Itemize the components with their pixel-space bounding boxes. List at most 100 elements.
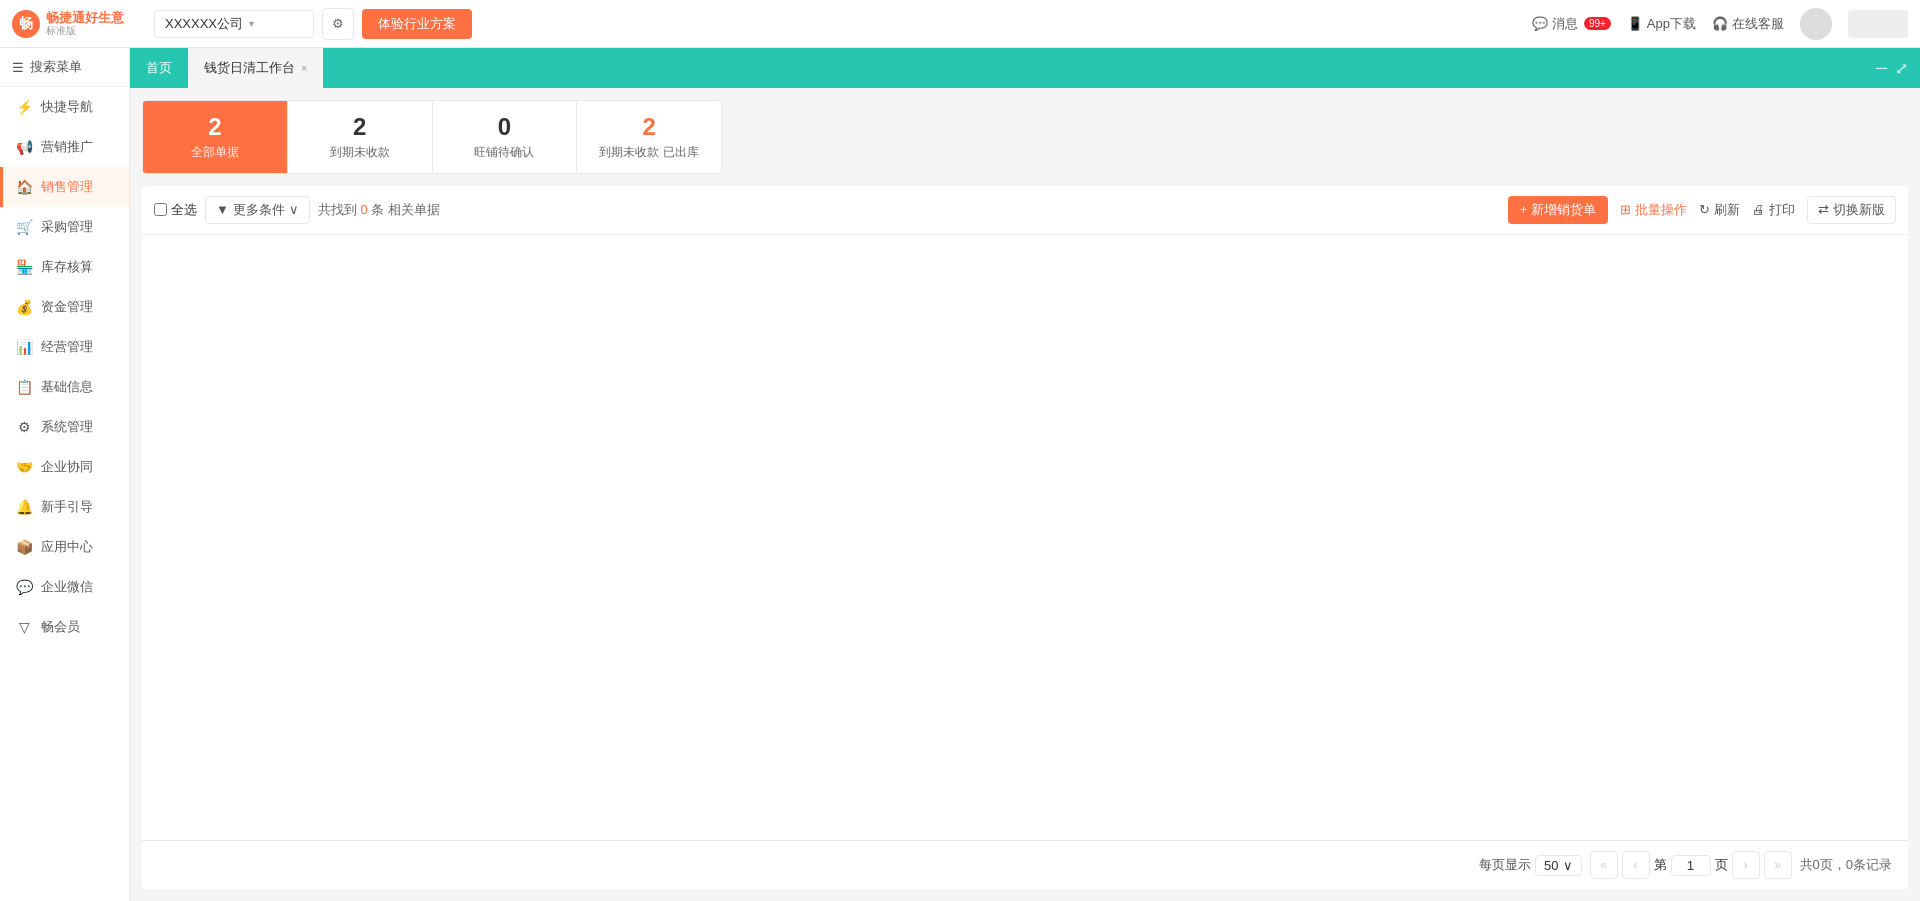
- stat-tab-shipped[interactable]: 2 到期未收款 已出库: [577, 101, 721, 173]
- app-center-icon: 📦: [15, 539, 33, 555]
- purchase-icon: 🛒: [15, 219, 33, 235]
- print-icon: 🖨: [1752, 202, 1765, 217]
- select-all-checkbox[interactable]: 全选: [154, 201, 197, 219]
- trial-button[interactable]: 体验行业方案: [362, 9, 472, 39]
- next-page-button[interactable]: ›: [1732, 851, 1760, 879]
- search-icon: ☰: [12, 60, 24, 75]
- batch-action-button[interactable]: ⊞ 批量操作: [1620, 201, 1687, 219]
- system-icon: ⚙: [15, 419, 33, 435]
- toolbar-left: 全选 ▼ 更多条件 ∨ 共找到 0 条 相关单据: [154, 196, 440, 224]
- avatar[interactable]: [1800, 8, 1832, 40]
- filter-label: 更多条件: [233, 201, 285, 219]
- stat-label-pending: 旺铺待确认: [474, 144, 534, 161]
- tab-bar: 首页 钱货日清工作台 × ─ ⤢: [130, 48, 1920, 88]
- page-nav: « ‹ 第 页 › »: [1590, 851, 1792, 879]
- stat-tab-overdue[interactable]: 2 到期未收款: [288, 101, 433, 173]
- stat-number-overdue: 2: [353, 113, 366, 142]
- cooperation-icon: 🤝: [15, 459, 33, 475]
- page-suffix: 页: [1715, 856, 1728, 874]
- switch-icon: ⇄: [1818, 202, 1829, 217]
- minimize-icon[interactable]: ─: [1876, 59, 1887, 78]
- main-layout: ☰ 搜索菜单 ⚡ 快捷导航 📢 营销推广 🏠 销售管理 🛒 采购管理 🏪 库存核…: [0, 48, 1920, 901]
- sidebar-item-label: 系统管理: [41, 418, 93, 436]
- stat-tab-pending[interactable]: 0 旺铺待确认: [433, 101, 578, 173]
- wechat-icon: 💬: [15, 579, 33, 595]
- settings-button[interactable]: ⚙: [322, 8, 354, 40]
- sidebar-item-capital[interactable]: 💰 资金管理: [0, 287, 129, 327]
- user-name-area: [1848, 10, 1908, 38]
- filter-chevron: ∨: [289, 202, 299, 217]
- table-panel: 全选 ▼ 更多条件 ∨ 共找到 0 条 相关单据: [142, 186, 1908, 889]
- main-content: 2 全部单据 2 到期未收款 0 旺铺待确认 2 到期未收款 已出库: [130, 88, 1920, 901]
- logo-area: 畅 畅捷通好生意 标准版: [12, 10, 142, 38]
- toolbar-right: + 新增销货单 ⊞ 批量操作 ↻ 刷新 🖨 打印: [1508, 196, 1896, 224]
- table-area: [142, 235, 1908, 840]
- switch-version-button[interactable]: ⇄ 切换新版: [1807, 196, 1896, 224]
- sidebar-item-purchase[interactable]: 🛒 采购管理: [0, 207, 129, 247]
- base-info-icon: 📋: [15, 379, 33, 395]
- last-page-button[interactable]: »: [1764, 851, 1792, 879]
- tab-close-icon[interactable]: ×: [301, 62, 307, 74]
- sidebar-item-label: 资金管理: [41, 298, 93, 316]
- filter-button[interactable]: ▼ 更多条件 ∨: [205, 196, 310, 224]
- sidebar-item-cooperation[interactable]: 🤝 企业协同: [0, 447, 129, 487]
- tab-right-buttons: ─ ⤢: [1876, 59, 1920, 78]
- count-value: 0: [361, 202, 368, 217]
- sidebar-item-operation[interactable]: 📊 经营管理: [0, 327, 129, 367]
- download-icon: 📱: [1627, 16, 1643, 31]
- pagination-bar: 每页显示 50 ∨ « ‹ 第 页 › »: [142, 840, 1908, 889]
- company-name: XXXXXX公司: [165, 15, 243, 33]
- sidebar-item-quick-nav[interactable]: ⚡ 快捷导航: [0, 87, 129, 127]
- company-selector[interactable]: XXXXXX公司 ▾: [154, 10, 314, 38]
- quick-nav-icon: ⚡: [15, 99, 33, 115]
- refresh-button[interactable]: ↻ 刷新: [1699, 201, 1740, 219]
- page-label: 第: [1654, 856, 1667, 874]
- stat-tab-all[interactable]: 2 全部单据: [143, 101, 288, 173]
- app-subtitle: 标准版: [46, 25, 124, 37]
- maximize-icon[interactable]: ⤢: [1895, 59, 1908, 78]
- sidebar-item-label: 采购管理: [41, 218, 93, 236]
- app-download-button[interactable]: 📱 App下载: [1627, 15, 1696, 33]
- page-number-input[interactable]: [1671, 855, 1711, 876]
- refresh-icon: ↻: [1699, 202, 1710, 217]
- sidebar-item-base-info[interactable]: 📋 基础信息: [0, 367, 129, 407]
- messages-badge: 99+: [1584, 17, 1611, 30]
- sidebar-item-label: 库存核算: [41, 258, 93, 276]
- sidebar-item-app-center[interactable]: 📦 应用中心: [0, 527, 129, 567]
- sidebar-item-sales[interactable]: 🏠 销售管理: [0, 167, 129, 207]
- sidebar-item-inventory[interactable]: 🏪 库存核算: [0, 247, 129, 287]
- first-page-button[interactable]: «: [1590, 851, 1618, 879]
- stat-tabs: 2 全部单据 2 到期未收款 0 旺铺待确认 2 到期未收款 已出库: [142, 100, 722, 174]
- stat-label-overdue: 到期未收款: [330, 144, 390, 161]
- online-service-button[interactable]: 🎧 在线客服: [1712, 15, 1784, 33]
- tab-home[interactable]: 首页: [130, 48, 188, 88]
- chevron-down-icon: ▾: [249, 18, 254, 29]
- home-tab-label: 首页: [146, 59, 172, 77]
- sidebar-item-system[interactable]: ⚙ 系统管理: [0, 407, 129, 447]
- page-size-select: 每页显示 50 ∨: [1479, 855, 1581, 876]
- sidebar-item-member[interactable]: ▽ 畅会员: [0, 607, 129, 647]
- tab-work-desk[interactable]: 钱货日清工作台 ×: [188, 48, 323, 88]
- per-page-label: 每页显示: [1479, 856, 1531, 874]
- select-all-label: 全选: [171, 201, 197, 219]
- search-menu-button[interactable]: ☰ 搜索菜单: [0, 48, 129, 87]
- sidebar-item-guide[interactable]: 🔔 新手引导: [0, 487, 129, 527]
- sales-icon: 🏠: [15, 179, 33, 195]
- sidebar-item-label: 销售管理: [41, 178, 93, 196]
- sidebar: ☰ 搜索菜单 ⚡ 快捷导航 📢 营销推广 🏠 销售管理 🛒 采购管理 🏪 库存核…: [0, 48, 130, 901]
- guide-icon: 🔔: [15, 499, 33, 515]
- select-all-input[interactable]: [154, 203, 167, 216]
- add-sales-order-button[interactable]: + 新增销货单: [1508, 196, 1608, 224]
- sidebar-item-wechat[interactable]: 💬 企业微信: [0, 567, 129, 607]
- top-header: 畅 畅捷通好生意 标准版 XXXXXX公司 ▾ ⚙ 体验行业方案 💬 消息 99…: [0, 0, 1920, 48]
- sidebar-item-label: 经营管理: [41, 338, 93, 356]
- capital-icon: 💰: [15, 299, 33, 315]
- prev-page-button[interactable]: ‹: [1622, 851, 1650, 879]
- sidebar-item-label: 营销推广: [41, 138, 93, 156]
- page-size-dropdown[interactable]: 50 ∨: [1535, 855, 1581, 876]
- sidebar-item-marketing[interactable]: 📢 营销推广: [0, 127, 129, 167]
- page-size-chevron: ∨: [1563, 858, 1573, 873]
- sidebar-item-label: 应用中心: [41, 538, 93, 556]
- messages-button[interactable]: 💬 消息 99+: [1532, 15, 1611, 33]
- print-button[interactable]: 🖨 打印: [1752, 201, 1795, 219]
